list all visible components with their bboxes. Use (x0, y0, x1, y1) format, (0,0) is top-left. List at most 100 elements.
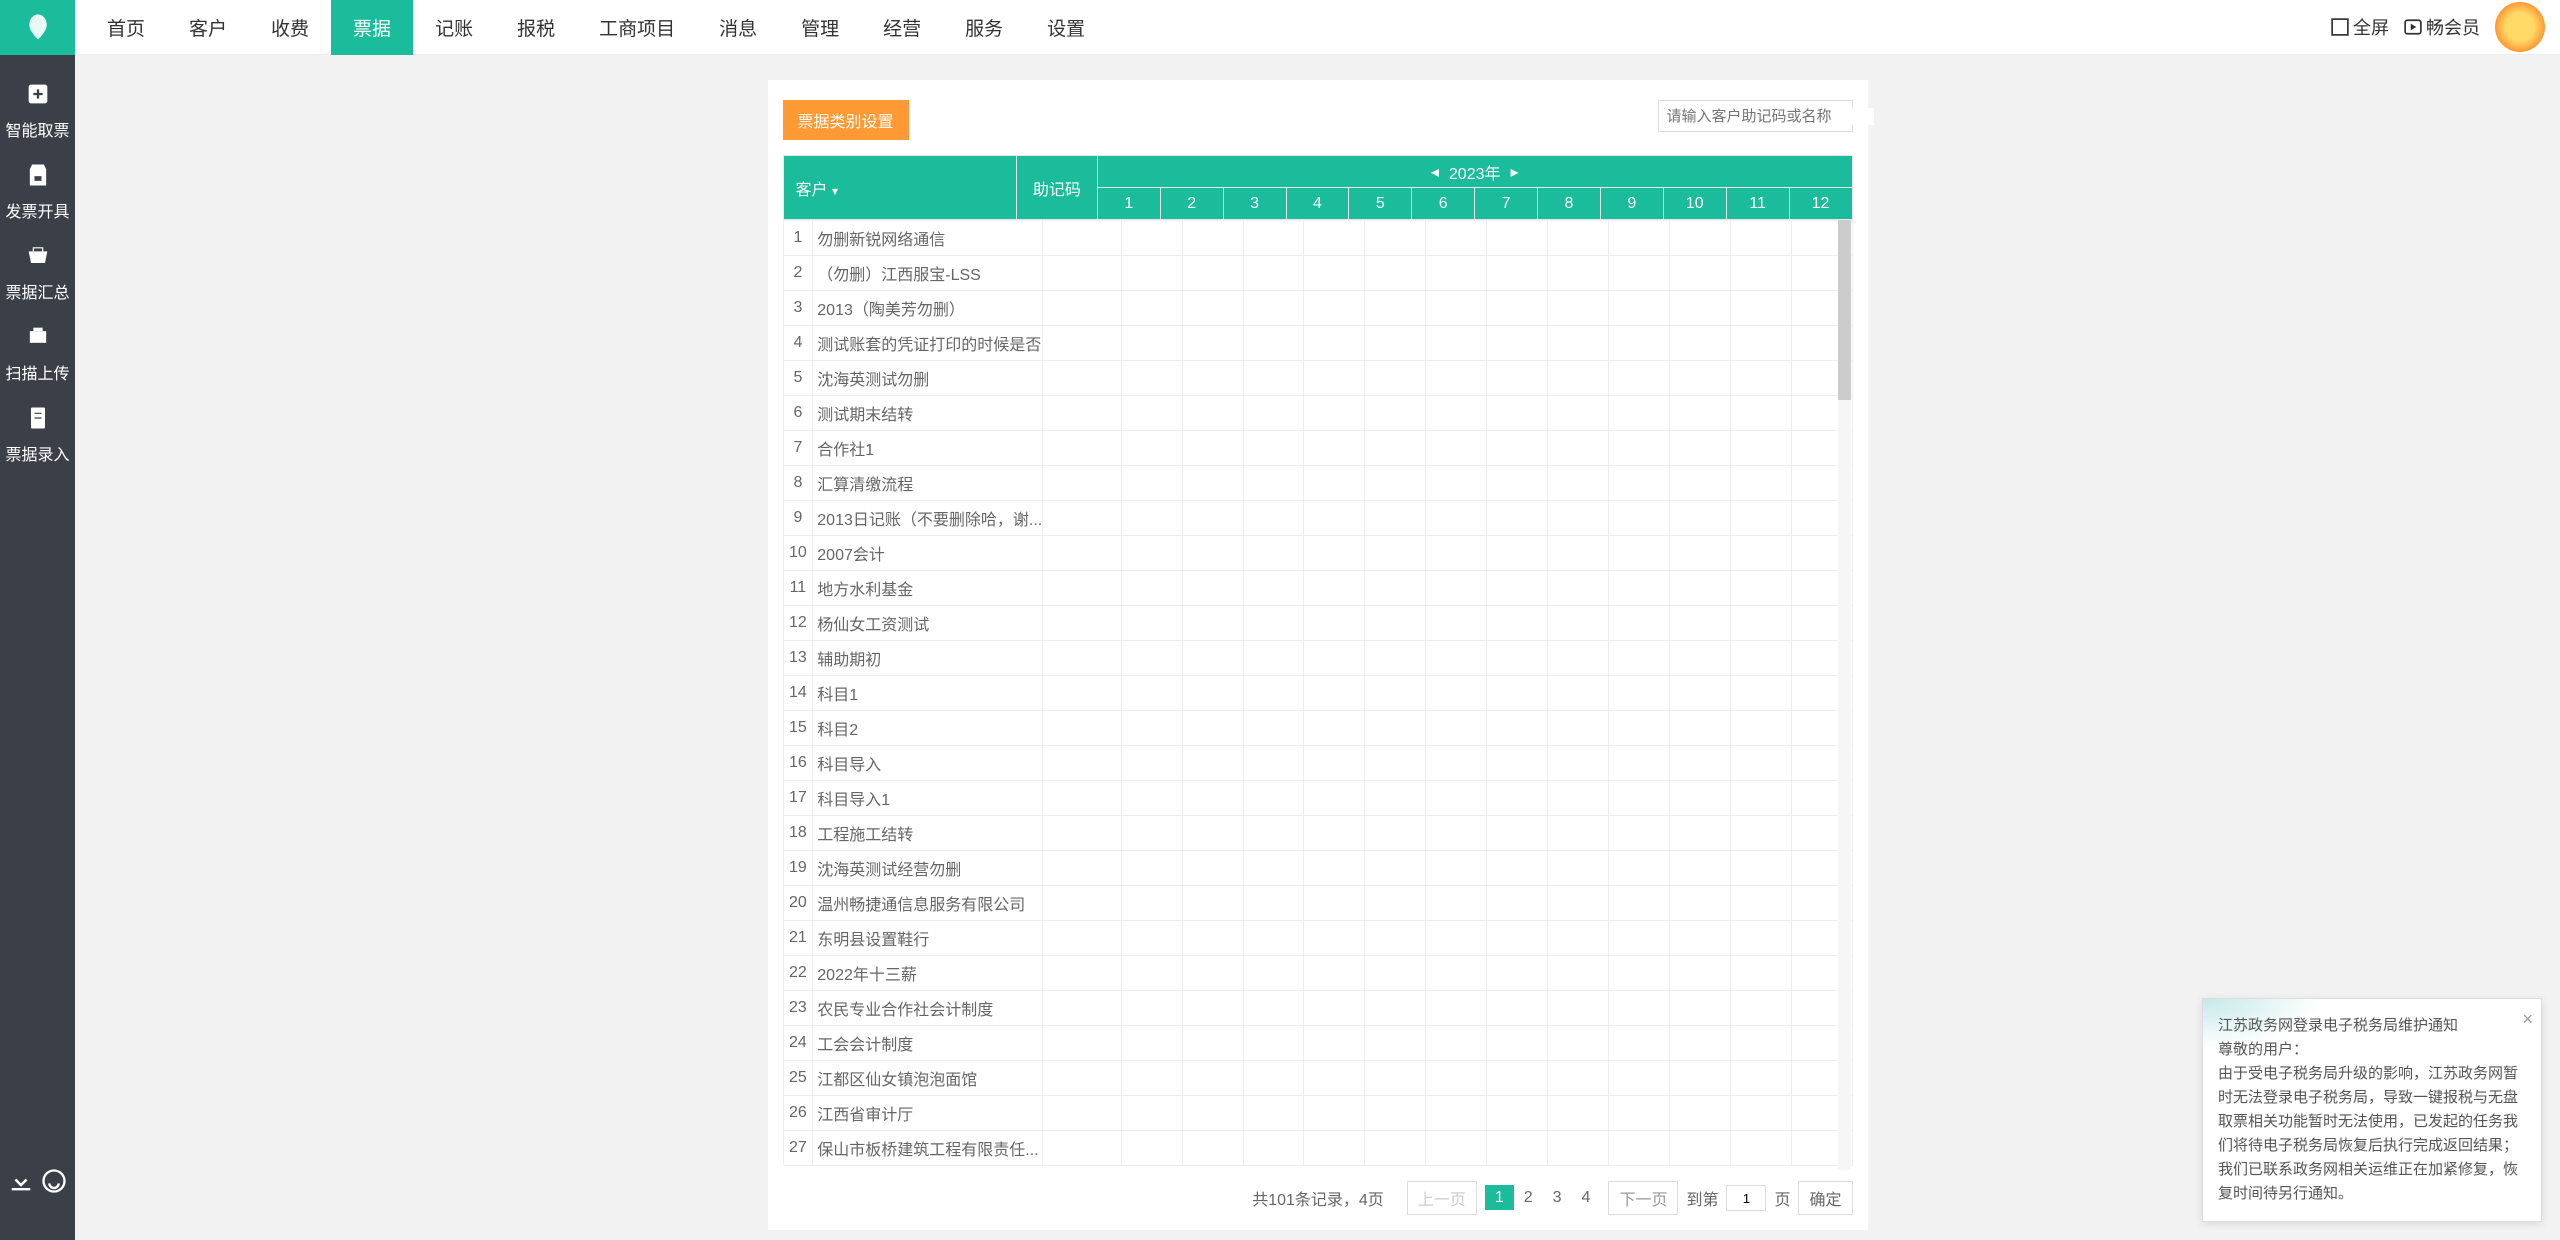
fullscreen-button[interactable]: 全屏 (2331, 14, 2389, 40)
month-cell[interactable] (1243, 1061, 1304, 1096)
month-cell[interactable] (1669, 641, 1730, 676)
month-cell[interactable] (1669, 956, 1730, 991)
month-cell[interactable] (1548, 536, 1609, 571)
month-cell[interactable] (1487, 1096, 1548, 1131)
nav-首页[interactable]: 首页 (85, 0, 167, 55)
month-cell[interactable] (1669, 816, 1730, 851)
month-cell[interactable] (1669, 1096, 1730, 1131)
table-row[interactable]: 32013（陶美芳勿删） (783, 291, 1852, 326)
month-cell[interactable] (1730, 431, 1791, 466)
month-cell[interactable] (1730, 466, 1791, 501)
month-cell[interactable] (1243, 711, 1304, 746)
month-cell[interactable] (1548, 326, 1609, 361)
customer-name[interactable]: 沈海英测试经营勿删 (813, 851, 1043, 886)
month-cell[interactable] (1182, 1131, 1243, 1166)
table-row[interactable]: 222022年十三薪 (783, 956, 1852, 991)
table-row[interactable]: 16科目导入 (783, 746, 1852, 781)
month-cell[interactable] (1243, 1131, 1304, 1166)
month-cell[interactable] (1304, 536, 1365, 571)
customer-name[interactable]: 勿删新锐网络通信 (813, 221, 1043, 256)
month-cell[interactable] (1182, 571, 1243, 606)
month-cell[interactable] (1243, 851, 1304, 886)
customer-name[interactable]: 地方水利基金 (813, 571, 1043, 606)
month-cell[interactable] (1608, 956, 1669, 991)
next-page-button[interactable]: 下一页 (1608, 1181, 1678, 1215)
side-智能取票[interactable]: 智能取票 (0, 70, 75, 151)
month-cell[interactable] (1548, 746, 1609, 781)
month-cell[interactable] (1304, 1026, 1365, 1061)
month-cell[interactable] (1487, 431, 1548, 466)
month-cell[interactable] (1730, 711, 1791, 746)
month-cell[interactable] (1426, 221, 1487, 256)
month-cell[interactable] (1669, 326, 1730, 361)
month-cell[interactable] (1548, 921, 1609, 956)
table-row[interactable]: 13辅助期初 (783, 641, 1852, 676)
member-button[interactable]: 畅会员 (2404, 14, 2480, 40)
nav-经营[interactable]: 经营 (861, 0, 943, 55)
month-cell[interactable] (1365, 641, 1426, 676)
month-cell[interactable] (1548, 886, 1609, 921)
month-cell[interactable] (1548, 711, 1609, 746)
month-cell[interactable] (1487, 781, 1548, 816)
customer-name[interactable]: （勿删）江西服宝-LSS (813, 256, 1043, 291)
month-cell[interactable] (1730, 781, 1791, 816)
table-row[interactable]: 12杨仙女工资测试 (783, 606, 1852, 641)
month-cell[interactable] (1121, 1131, 1182, 1166)
month-cell[interactable] (1548, 676, 1609, 711)
month-cell[interactable] (1365, 1096, 1426, 1131)
nav-管理[interactable]: 管理 (779, 0, 861, 55)
table-row[interactable]: 21东明县设置鞋行 (783, 921, 1852, 956)
month-cell[interactable] (1365, 466, 1426, 501)
month-cell[interactable] (1487, 256, 1548, 291)
month-cell[interactable] (1243, 431, 1304, 466)
month-cell[interactable] (1730, 886, 1791, 921)
month-cell[interactable] (1182, 711, 1243, 746)
month-cell[interactable] (1182, 1096, 1243, 1131)
month-cell[interactable] (1121, 816, 1182, 851)
month-cell[interactable] (1121, 466, 1182, 501)
month-cell[interactable] (1548, 781, 1609, 816)
month-cell[interactable] (1487, 711, 1548, 746)
month-cell[interactable] (1121, 221, 1182, 256)
month-cell[interactable] (1243, 221, 1304, 256)
customer-name[interactable]: 江都区仙女镇泡泡面馆 (813, 1061, 1043, 1096)
customer-name[interactable]: 2013（陶美芳勿删） (813, 291, 1043, 326)
col-customer[interactable]: 客户 ▾ (783, 156, 1016, 220)
month-cell[interactable] (1121, 291, 1182, 326)
customer-name[interactable]: 合作社1 (813, 431, 1043, 466)
table-row[interactable]: 5沈海英测试勿删 (783, 361, 1852, 396)
month-cell[interactable] (1548, 256, 1609, 291)
nav-设置[interactable]: 设置 (1025, 0, 1107, 55)
month-cell[interactable] (1608, 291, 1669, 326)
month-cell[interactable] (1243, 781, 1304, 816)
month-cell[interactable] (1669, 991, 1730, 1026)
month-cell[interactable] (1608, 221, 1669, 256)
month-cell[interactable] (1608, 466, 1669, 501)
month-cell[interactable] (1182, 361, 1243, 396)
month-cell[interactable] (1304, 921, 1365, 956)
month-cell[interactable] (1730, 816, 1791, 851)
month-cell[interactable] (1608, 921, 1669, 956)
customer-name[interactable]: 测试账套的凭证打印的时候是否 (813, 326, 1043, 361)
month-cell[interactable] (1182, 396, 1243, 431)
month-cell[interactable] (1487, 606, 1548, 641)
customer-name[interactable]: 科目1 (813, 676, 1043, 711)
month-cell[interactable] (1608, 361, 1669, 396)
month-cell[interactable] (1426, 746, 1487, 781)
month-cell[interactable] (1365, 746, 1426, 781)
table-row[interactable]: 6测试期末结转 (783, 396, 1852, 431)
support-icon[interactable] (40, 1167, 68, 1195)
nav-票据[interactable]: 票据 (331, 0, 413, 55)
month-cell[interactable] (1487, 221, 1548, 256)
table-row[interactable]: 14科目1 (783, 676, 1852, 711)
month-cell[interactable] (1121, 396, 1182, 431)
month-cell[interactable] (1121, 851, 1182, 886)
month-cell[interactable] (1365, 991, 1426, 1026)
month-cell[interactable] (1730, 746, 1791, 781)
month-cell[interactable] (1608, 571, 1669, 606)
month-cell[interactable] (1730, 361, 1791, 396)
month-cell[interactable] (1669, 256, 1730, 291)
customer-name[interactable]: 科目2 (813, 711, 1043, 746)
month-cell[interactable] (1487, 466, 1548, 501)
month-cell[interactable] (1182, 676, 1243, 711)
